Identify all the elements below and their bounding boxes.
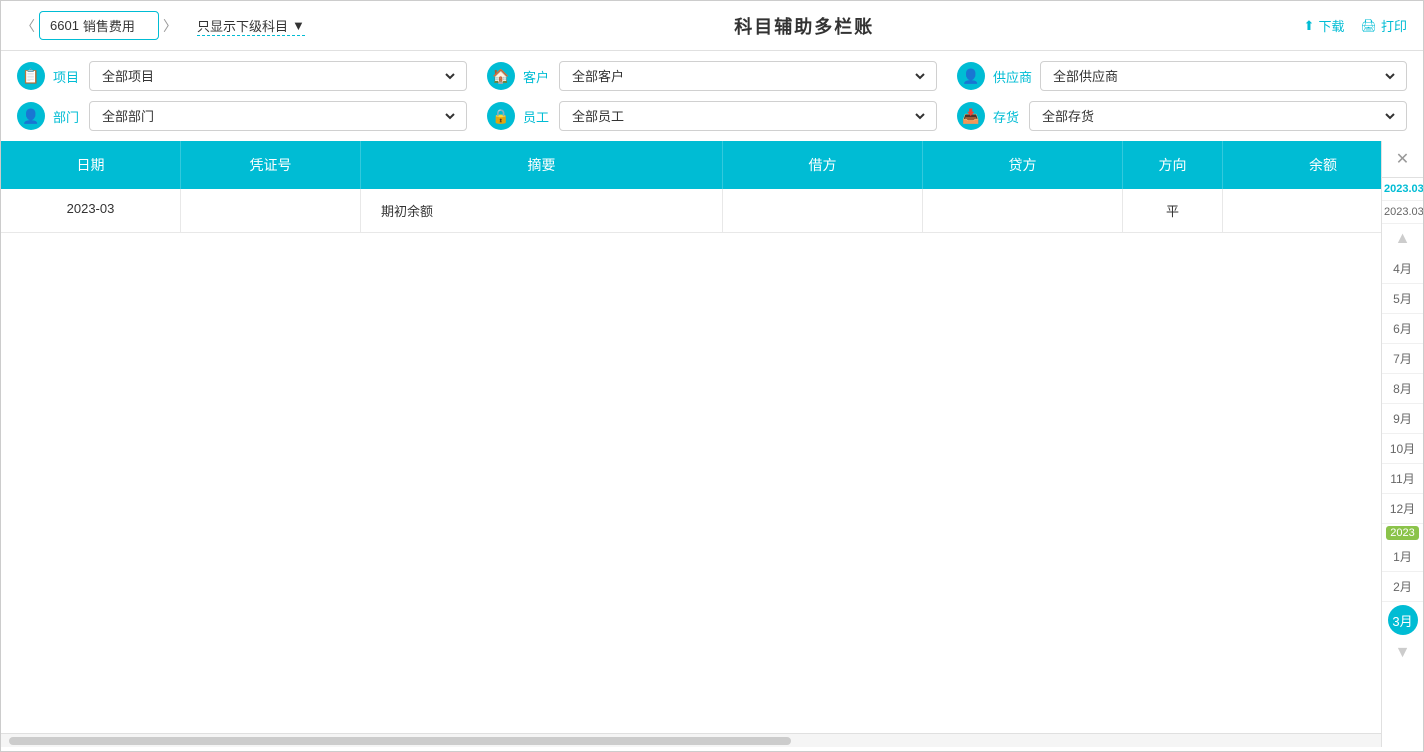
- col-header-date: 日期: [1, 141, 181, 189]
- supplier-select-input[interactable]: 全部供应商: [1049, 68, 1398, 85]
- supplier-label: 供应商: [993, 67, 1032, 86]
- table-body: 2023-03 期初余额 平: [1, 189, 1423, 233]
- show-sub-select[interactable]: 只显示下级科目 ▼: [197, 16, 305, 36]
- close-button[interactable]: ✕: [1382, 141, 1423, 178]
- header-actions: ⬆ 下载 🖨 打印: [1304, 16, 1407, 35]
- cell-date: 2023-03: [1, 189, 181, 232]
- project-select-input[interactable]: 全部项目: [98, 68, 458, 85]
- account-name: 销售费用: [83, 16, 135, 35]
- sidebar-month-9[interactable]: 9月: [1382, 404, 1423, 434]
- customer-icon: 🏠: [487, 62, 515, 90]
- col-header-summary: 摘要: [361, 141, 723, 189]
- scroll-thumb: [9, 737, 791, 745]
- sidebar-period-1[interactable]: 2023.03: [1382, 178, 1423, 201]
- sidebar-down-arrow[interactable]: ▼: [1382, 638, 1423, 668]
- horizontal-scrollbar[interactable]: [1, 733, 1423, 747]
- sidebar-month-10[interactable]: 10月: [1382, 434, 1423, 464]
- main-window: 〈 6601 销售费用 〉 只显示下级科目 ▼ 科目辅助多栏账 ⬆ 下载 🖨 打…: [0, 0, 1424, 752]
- customer-select[interactable]: 全部客户: [559, 61, 937, 91]
- department-icon: 👤: [17, 102, 45, 130]
- cell-voucher: [181, 189, 361, 232]
- filter-customer: 🏠 客户 全部客户: [487, 61, 937, 91]
- filter-employee: 🔒 员工 全部员工: [487, 101, 937, 131]
- print-label: 打印: [1381, 16, 1407, 35]
- cell-debit: [723, 189, 923, 232]
- supplier-select[interactable]: 全部供应商: [1040, 61, 1407, 91]
- sidebar-month-4[interactable]: 4月: [1382, 254, 1423, 284]
- sidebar-month-2[interactable]: 2月: [1382, 572, 1423, 602]
- sidebar-month-1[interactable]: 1月: [1382, 542, 1423, 572]
- col-header-credit: 贷方: [923, 141, 1123, 189]
- cell-credit: [923, 189, 1123, 232]
- inventory-select[interactable]: 全部存货: [1029, 101, 1407, 131]
- page-title: 科目辅助多栏账: [305, 13, 1304, 39]
- cell-summary: 期初余额: [361, 189, 723, 232]
- employee-label: 员工: [523, 107, 551, 126]
- col-header-direction: 方向: [1123, 141, 1223, 189]
- sidebar-up-arrow[interactable]: ▲: [1382, 224, 1423, 254]
- nav-next-button[interactable]: 〉: [159, 14, 181, 38]
- project-label: 项目: [53, 67, 81, 86]
- sidebar-month-7[interactable]: 7月: [1382, 344, 1423, 374]
- inventory-select-input[interactable]: 全部存货: [1038, 108, 1398, 125]
- print-button[interactable]: 🖨 打印: [1360, 16, 1407, 35]
- sidebar-month-8[interactable]: 8月: [1382, 374, 1423, 404]
- sidebar-month-12[interactable]: 12月: [1382, 494, 1423, 524]
- right-sidebar: ✕ 2023.03 2023.03 ▲ 4月 5月 6月 7月 8月 9月 10…: [1381, 141, 1423, 747]
- sidebar-month-11[interactable]: 11月: [1382, 464, 1423, 494]
- customer-select-input[interactable]: 全部客户: [568, 68, 928, 85]
- customer-label: 客户: [523, 67, 551, 86]
- filter-supplier: 👤 供应商 全部供应商: [957, 61, 1407, 91]
- col-header-debit: 借方: [723, 141, 923, 189]
- employee-select[interactable]: 全部员工: [559, 101, 937, 131]
- employee-icon: 🔒: [487, 102, 515, 130]
- col-header-voucher: 凭证号: [181, 141, 361, 189]
- department-select-input[interactable]: 全部部门: [98, 108, 458, 125]
- department-label: 部门: [53, 107, 81, 126]
- cell-direction: 平: [1123, 189, 1223, 232]
- account-selector[interactable]: 6601 销售费用: [39, 11, 159, 40]
- print-icon: 🖨: [1360, 18, 1377, 34]
- employee-select-input[interactable]: 全部员工: [568, 108, 928, 125]
- table-row: 2023-03 期初余额 平: [1, 189, 1423, 233]
- show-sub-label: 只显示下级科目: [197, 16, 288, 35]
- header: 〈 6601 销售费用 〉 只显示下级科目 ▼ 科目辅助多栏账 ⬆ 下载 🖨 打…: [1, 1, 1423, 141]
- table-header: 日期 凭证号 摘要 借方 贷方 方向 余额: [1, 141, 1423, 189]
- account-code: 6601: [50, 18, 79, 33]
- sidebar-month-5[interactable]: 5月: [1382, 284, 1423, 314]
- nav-prev-button[interactable]: 〈: [17, 14, 39, 38]
- project-select[interactable]: 全部项目: [89, 61, 467, 91]
- chevron-down-icon: ▼: [292, 18, 305, 33]
- table-area: 日期 凭证号 摘要 借方 贷方 方向 余额 2023-03 期初余额 平: [1, 141, 1423, 747]
- sidebar-month-6[interactable]: 6月: [1382, 314, 1423, 344]
- year-badge-2023[interactable]: 2023: [1386, 526, 1418, 540]
- download-label: 下载: [1318, 16, 1344, 35]
- download-button[interactable]: ⬆ 下载: [1304, 16, 1345, 35]
- download-icon: ⬆: [1304, 18, 1315, 34]
- filter-inventory: 📥 存货 全部存货: [957, 101, 1407, 131]
- inventory-label: 存货: [993, 107, 1021, 126]
- inventory-icon: 📥: [957, 102, 985, 130]
- filter-department: 👤 部门 全部部门: [17, 101, 467, 131]
- department-select[interactable]: 全部部门: [89, 101, 467, 131]
- filter-bar: 📋 项目 全部项目 🏠 客户 全部客户 👤 供应商: [1, 51, 1423, 141]
- project-icon: 📋: [17, 62, 45, 90]
- sidebar-month-3-active[interactable]: 3月: [1388, 605, 1418, 635]
- filter-project: 📋 项目 全部项目: [17, 61, 467, 91]
- sidebar-period-2[interactable]: 2023.03: [1382, 201, 1423, 224]
- supplier-icon: 👤: [957, 62, 985, 90]
